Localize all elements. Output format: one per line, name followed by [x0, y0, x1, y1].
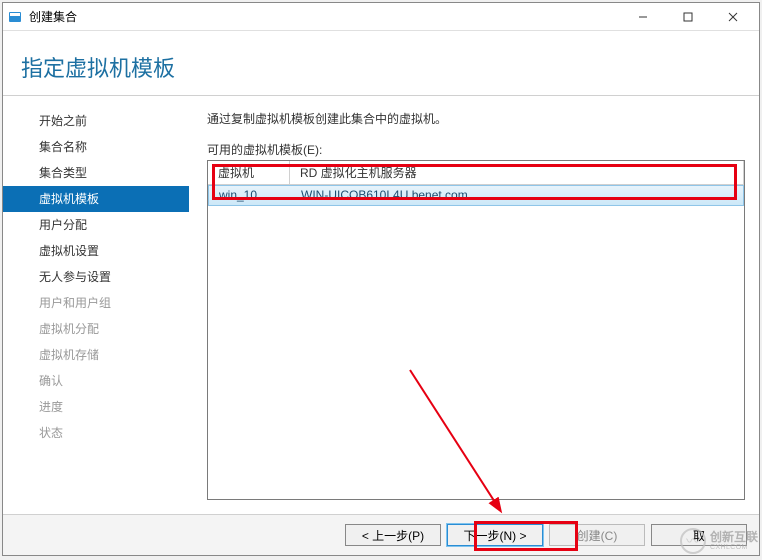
next-button[interactable]: 下一步(N) >: [447, 524, 543, 546]
list-header: 虚拟机 RD 虚拟化主机服务器: [208, 161, 744, 185]
step-progress: 进度: [3, 394, 189, 420]
step-vm-storage: 虚拟机存储: [3, 342, 189, 368]
watermark-icon: 〰: [680, 528, 706, 554]
watermark-cn: 创新互联: [710, 531, 758, 544]
dialog-window: 创建集合 指定虚拟机模板 开始之前 集合名称 集合类型 虚拟机模板 用户分配 虚…: [2, 2, 760, 556]
close-button[interactable]: [710, 4, 755, 30]
window-title: 创建集合: [29, 8, 620, 25]
step-before-begin[interactable]: 开始之前: [3, 108, 189, 134]
list-label: 可用的虚拟机模板(E):: [207, 141, 745, 158]
titlebar: 创建集合: [3, 3, 759, 31]
template-listview[interactable]: 虚拟机 RD 虚拟化主机服务器 win_10 WIN-UICOB610L4U.b…: [207, 160, 745, 500]
maximize-button[interactable]: [665, 4, 710, 30]
page-heading: 指定虚拟机模板: [3, 31, 759, 96]
list-row[interactable]: win_10 WIN-UICOB610L4U.benet.com: [208, 185, 744, 206]
step-vm-template[interactable]: 虚拟机模板: [3, 186, 189, 212]
step-users-groups: 用户和用户组: [3, 290, 189, 316]
step-status: 状态: [3, 420, 189, 446]
watermark: 〰 创新互联 CXHLCOM: [680, 528, 758, 554]
instruction-text: 通过复制虚拟机模板创建此集合中的虚拟机。: [207, 110, 745, 127]
wizard-steps-sidebar: 开始之前 集合名称 集合类型 虚拟机模板 用户分配 虚拟机设置 无人参与设置 用…: [3, 96, 189, 514]
step-vm-settings[interactable]: 虚拟机设置: [3, 238, 189, 264]
watermark-en: CXHLCOM: [710, 544, 758, 552]
main-panel: 通过复制虚拟机模板创建此集合中的虚拟机。 可用的虚拟机模板(E): 虚拟机 RD…: [189, 96, 759, 514]
wizard-footer: < 上一步(P) 下一步(N) > 创建(C) 取: [3, 514, 759, 555]
step-unattended[interactable]: 无人参与设置: [3, 264, 189, 290]
step-collection-type[interactable]: 集合类型: [3, 160, 189, 186]
col-host[interactable]: RD 虚拟化主机服务器: [290, 161, 744, 184]
col-vm[interactable]: 虚拟机: [208, 161, 290, 184]
cell-host: WIN-UICOB610L4U.benet.com: [291, 186, 743, 205]
app-icon: [7, 9, 23, 25]
cell-vm: win_10: [209, 186, 291, 205]
content-area: 开始之前 集合名称 集合类型 虚拟机模板 用户分配 虚拟机设置 无人参与设置 用…: [3, 96, 759, 514]
step-user-assign[interactable]: 用户分配: [3, 212, 189, 238]
step-confirm: 确认: [3, 368, 189, 394]
step-collection-name[interactable]: 集合名称: [3, 134, 189, 160]
minimize-button[interactable]: [620, 4, 665, 30]
create-button: 创建(C): [549, 524, 645, 546]
prev-button[interactable]: < 上一步(P): [345, 524, 441, 546]
step-vm-alloc: 虚拟机分配: [3, 316, 189, 342]
